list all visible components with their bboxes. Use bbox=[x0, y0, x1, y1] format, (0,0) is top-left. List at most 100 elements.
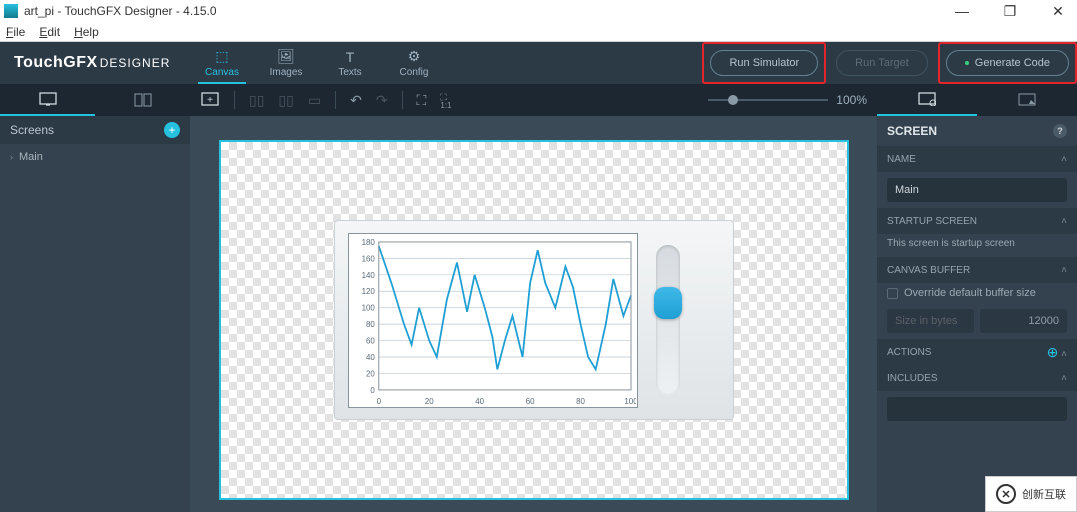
mode-config[interactable]: ⚙ Config bbox=[382, 42, 446, 84]
top-ribbon: TouchGFXDESIGNER ⬚ Canvas 🖼 Images T Tex… bbox=[0, 42, 1077, 84]
left-tab-containers[interactable] bbox=[95, 84, 190, 116]
vertical-slider[interactable] bbox=[656, 245, 680, 395]
images-icon: 🖼 bbox=[277, 48, 295, 65]
svg-text:40: 40 bbox=[365, 353, 374, 362]
section-canvas-buffer[interactable]: CANVAS BUFFER˄ bbox=[877, 257, 1077, 283]
chevron-up-icon: ˄ bbox=[1061, 265, 1067, 276]
name-input[interactable] bbox=[887, 178, 1067, 202]
screens-label: Screens bbox=[10, 123, 54, 137]
config-icon: ⚙ bbox=[408, 48, 421, 65]
bring-front-button[interactable]: ▯▯ bbox=[278, 92, 293, 109]
svg-text:100: 100 bbox=[624, 396, 637, 405]
watermark: ✕ 创新互联 bbox=[985, 476, 1077, 512]
slider-knob[interactable] bbox=[654, 287, 682, 319]
app-icon bbox=[4, 4, 18, 18]
line-chart: 0 20 40 60 80 100 120 140 160 180 0 20 40 60 80 100 bbox=[348, 233, 638, 408]
watermark-logo-icon: ✕ bbox=[996, 484, 1016, 504]
zoom-reset-button[interactable]: ⛶1:1 bbox=[440, 92, 451, 109]
screen-props-icon bbox=[918, 92, 936, 106]
svg-text:40: 40 bbox=[475, 396, 484, 405]
buffer-size-input bbox=[887, 309, 974, 333]
right-tab-screen[interactable] bbox=[877, 84, 977, 116]
left-tab-screens[interactable] bbox=[0, 84, 95, 116]
zoom-value: 100% bbox=[836, 93, 867, 107]
screens-icon bbox=[39, 92, 57, 106]
containers-icon bbox=[134, 93, 152, 107]
brand-logo: TouchGFXDESIGNER bbox=[0, 42, 190, 84]
svg-text:60: 60 bbox=[365, 336, 374, 345]
svg-text:120: 120 bbox=[361, 287, 375, 296]
svg-text:0: 0 bbox=[370, 385, 375, 394]
status-dot-icon bbox=[965, 61, 969, 65]
fit-button[interactable]: ⛶ bbox=[417, 92, 427, 109]
close-button[interactable]: ✕ bbox=[1043, 3, 1073, 20]
undo-button[interactable]: ↶ bbox=[350, 92, 362, 109]
generate-code-button[interactable]: Generate Code bbox=[946, 50, 1069, 76]
override-checkbox[interactable]: Override default buffer size bbox=[877, 283, 1077, 303]
chart-widget[interactable]: 0 20 40 60 80 100 120 140 160 180 0 20 40 60 80 100 bbox=[334, 220, 734, 420]
chevron-up-icon: ˄ bbox=[1061, 216, 1067, 227]
run-target-button[interactable]: Run Target bbox=[836, 50, 928, 76]
texts-icon: T bbox=[346, 49, 355, 65]
svg-text:160: 160 bbox=[361, 254, 375, 263]
menu-file[interactable]: File bbox=[6, 25, 25, 39]
canvas-area[interactable]: 0 20 40 60 80 100 120 140 160 180 0 20 40 60 80 100 bbox=[190, 116, 877, 512]
svg-text:80: 80 bbox=[365, 320, 374, 329]
artboard[interactable]: 0 20 40 60 80 100 120 140 160 180 0 20 40 60 80 100 bbox=[221, 142, 847, 498]
run-simulator-button[interactable]: Run Simulator bbox=[710, 50, 818, 76]
run-simulator-highlight: Run Simulator bbox=[702, 42, 826, 84]
mode-texts[interactable]: T Texts bbox=[318, 42, 382, 84]
checkbox-icon bbox=[887, 288, 898, 299]
redo-button[interactable]: ↷ bbox=[376, 92, 388, 109]
canvas-icon: ⬚ bbox=[215, 48, 228, 65]
svg-text:100: 100 bbox=[361, 303, 375, 312]
add-action-button[interactable]: ⊕ bbox=[1047, 344, 1059, 360]
artboard-selection: 0 20 40 60 80 100 120 140 160 180 0 20 40 60 80 100 bbox=[219, 140, 849, 500]
send-back-button[interactable]: ▯▯ bbox=[249, 92, 264, 109]
svg-text:20: 20 bbox=[365, 369, 374, 378]
svg-text:80: 80 bbox=[576, 396, 585, 405]
right-tab-interactions[interactable] bbox=[977, 84, 1077, 116]
buffer-size-value bbox=[980, 309, 1067, 333]
section-actions[interactable]: ACTIONS ⊕ ˄ bbox=[877, 339, 1077, 365]
inspector-panel: SCREEN ? NAME˄ STARTUP SCREEN˄ This scre… bbox=[877, 116, 1077, 512]
mode-canvas[interactable]: ⬚ Canvas bbox=[190, 42, 254, 84]
left-panel: Screens + › Main bbox=[0, 116, 190, 512]
section-screen: SCREEN ? bbox=[877, 116, 1077, 146]
section-name[interactable]: NAME˄ bbox=[877, 146, 1077, 172]
chevron-right-icon: › bbox=[10, 152, 13, 162]
svg-text:60: 60 bbox=[525, 396, 534, 405]
minimize-button[interactable]: — bbox=[947, 3, 977, 19]
add-screen-plus-button[interactable]: + bbox=[164, 122, 180, 138]
includes-input[interactable] bbox=[887, 397, 1067, 421]
add-screen-button[interactable]: + bbox=[200, 91, 220, 110]
svg-text:+: + bbox=[207, 95, 213, 106]
chevron-up-icon: ˄ bbox=[1061, 349, 1067, 360]
device-button[interactable]: ▭ bbox=[308, 92, 321, 109]
window-title: art_pi - TouchGFX Designer - 4.15.0 bbox=[24, 4, 947, 18]
section-startup[interactable]: STARTUP SCREEN˄ bbox=[877, 208, 1077, 234]
svg-text:180: 180 bbox=[361, 237, 375, 246]
screens-header: Screens + bbox=[0, 116, 190, 144]
svg-text:0: 0 bbox=[376, 396, 381, 405]
menu-help[interactable]: Help bbox=[74, 25, 99, 39]
section-includes[interactable]: INCLUDES˄ bbox=[877, 365, 1077, 391]
chevron-up-icon: ˄ bbox=[1061, 154, 1067, 165]
mode-images[interactable]: 🖼 Images bbox=[254, 42, 318, 84]
menu-edit[interactable]: Edit bbox=[39, 25, 60, 39]
main-area: Screens + › Main 0 20 40 60 80 100 120 140 160 18… bbox=[0, 116, 1077, 512]
titlebar: art_pi - TouchGFX Designer - 4.15.0 — ❐ … bbox=[0, 0, 1077, 22]
generate-code-highlight: Generate Code bbox=[938, 42, 1077, 84]
help-icon[interactable]: ? bbox=[1053, 124, 1067, 138]
toolbar: + ▯▯ ▯▯ ▭ ↶ ↷ ⛶ ⛶1:1 100% bbox=[0, 84, 1077, 116]
zoom-slider[interactable] bbox=[708, 99, 828, 101]
menubar: File Edit Help bbox=[0, 22, 1077, 42]
chevron-up-icon: ˄ bbox=[1061, 373, 1067, 384]
tree-item-main[interactable]: › Main bbox=[0, 144, 190, 170]
run-target-wrap: Run Target bbox=[826, 42, 938, 84]
startup-note: This screen is startup screen bbox=[877, 234, 1077, 257]
svg-text:140: 140 bbox=[361, 270, 375, 279]
svg-text:20: 20 bbox=[424, 396, 433, 405]
maximize-button[interactable]: ❐ bbox=[995, 3, 1025, 20]
interactions-icon bbox=[1018, 93, 1036, 107]
